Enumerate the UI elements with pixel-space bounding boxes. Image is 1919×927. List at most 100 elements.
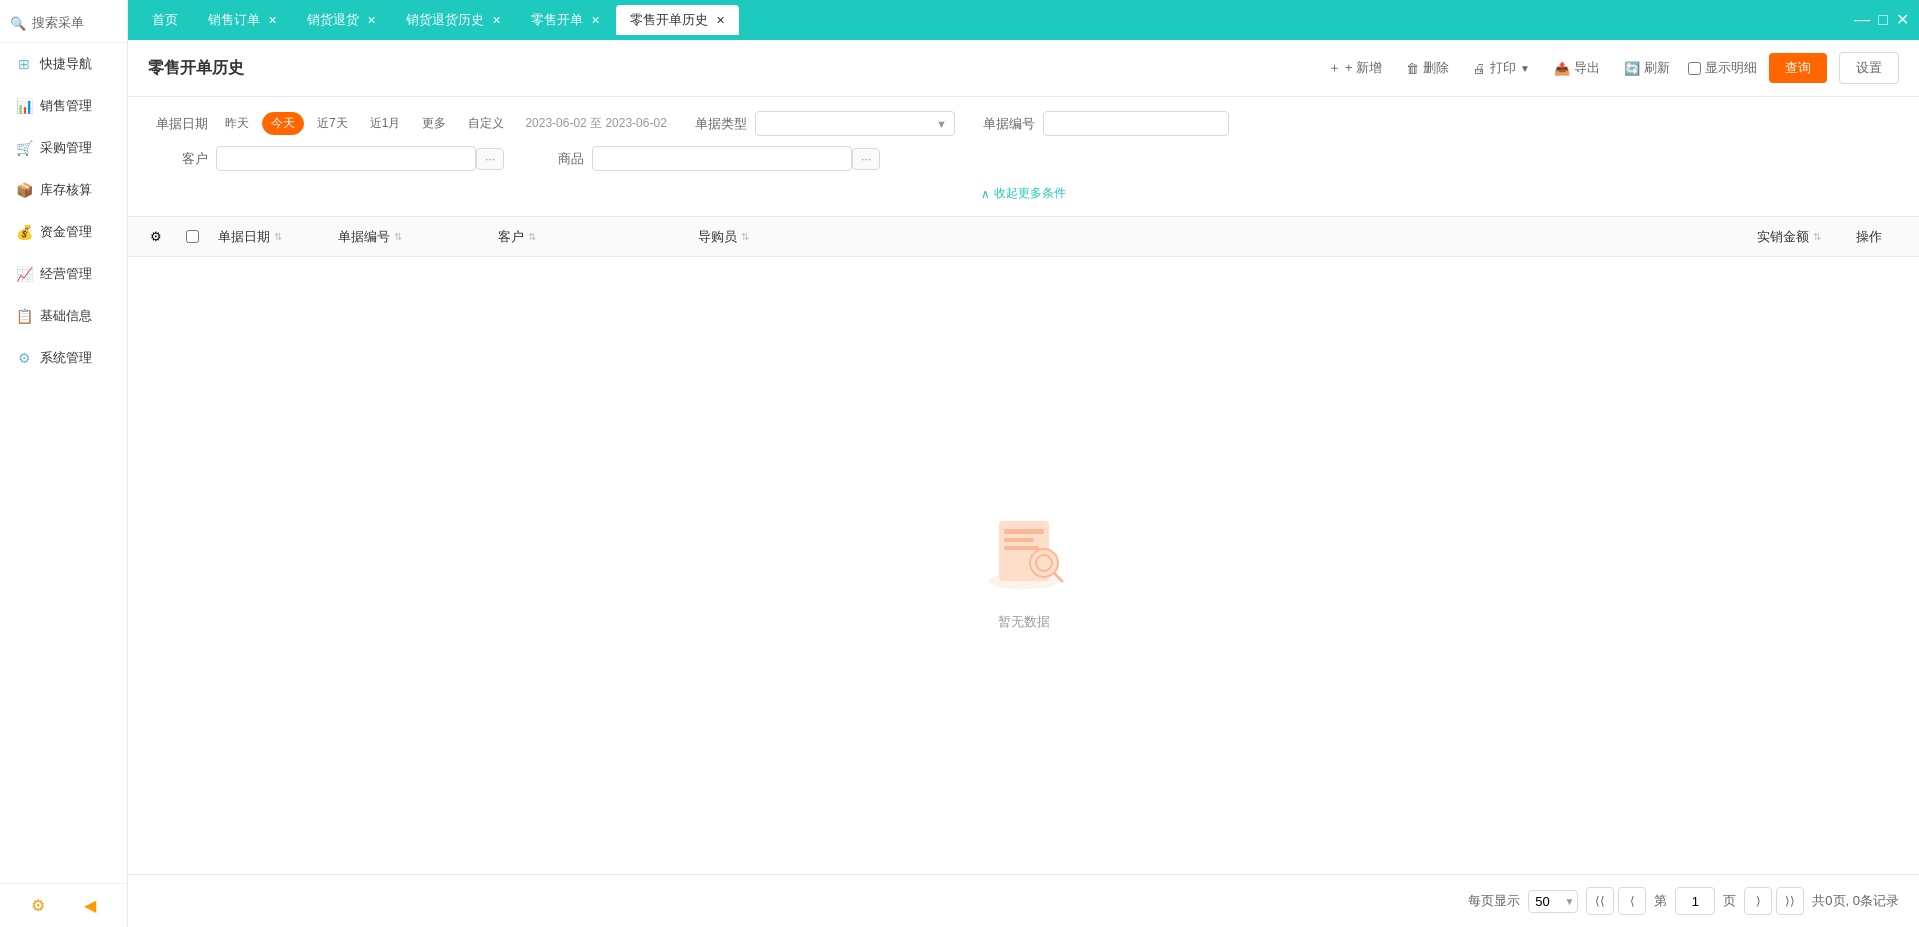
doc-num-label: 单据编号 <box>975 115 1035 133</box>
delete-icon: 🗑 <box>1406 61 1419 76</box>
goods-select-wrapper: ··· <box>592 146 880 171</box>
sidebar-item-label: 经营管理 <box>40 265 92 283</box>
goods-ellipsis-btn[interactable]: ··· <box>852 148 880 170</box>
empty-state: 暂无数据 <box>128 257 1919 874</box>
print-arrow-icon: ▼ <box>1520 63 1530 74</box>
date-btn-7days[interactable]: 近7天 <box>308 112 357 135</box>
sidebar-item-base-info[interactable]: 📋 基础信息 <box>0 295 127 337</box>
empty-text: 暂无数据 <box>998 613 1050 631</box>
th-date-sort-icon: ⇅ <box>274 231 282 242</box>
tab-sales-return-close[interactable]: ✕ <box>367 14 376 27</box>
tab-sales-order-label: 销售订单 <box>208 11 260 29</box>
tab-sales-return-history[interactable]: 销货退货历史 ✕ <box>392 5 515 35</box>
search-icon: 🔍 <box>10 16 26 31</box>
settings-icon[interactable]: ⚙ <box>31 896 45 915</box>
print-label: 打印 <box>1490 59 1516 77</box>
main-area: 首页 销售订单 ✕ 销货退货 ✕ 销货退货历史 ✕ 零售开单 ✕ 零售开单历史 … <box>128 0 1919 927</box>
finance-icon: 💰 <box>16 224 32 240</box>
sidebar-item-finance[interactable]: 💰 资金管理 <box>0 211 127 253</box>
export-icon: 📤 <box>1554 61 1570 76</box>
sidebar: 🔍 搜索采单 ⊞ 快捷导航 📊 销售管理 🛒 采购管理 📦 库存核算 💰 资金管… <box>0 0 128 927</box>
doc-type-select[interactable] <box>755 111 955 136</box>
th-guide[interactable]: 导购员 ⇅ <box>690 228 810 246</box>
th-num[interactable]: 单据编号 ⇅ <box>330 228 490 246</box>
next-page-btn[interactable]: ⟩ <box>1744 887 1772 915</box>
tab-sales-return-label: 销货退货 <box>307 11 359 29</box>
sidebar-item-label: 基础信息 <box>40 307 92 325</box>
per-page-select[interactable]: 10 20 50 100 <box>1528 890 1578 913</box>
goods-input[interactable] <box>592 146 852 171</box>
tab-retail-open-close[interactable]: ✕ <box>591 14 600 27</box>
prev-page-btn[interactable]: ⟨ <box>1618 887 1646 915</box>
toolbar: ＋ + 新增 🗑 删除 🖨 打印 ▼ 📤 导出 🔄 <box>1322 52 1899 84</box>
show-detail-checkbox[interactable] <box>1688 62 1701 75</box>
tab-home[interactable]: 首页 <box>138 5 192 35</box>
refresh-label: 刷新 <box>1644 59 1670 77</box>
tab-retail-history[interactable]: 零售开单历史 ✕ <box>616 5 739 35</box>
delete-button[interactable]: 🗑 删除 <box>1400 55 1455 81</box>
add-button[interactable]: ＋ + 新增 <box>1322 55 1388 81</box>
tab-sales-return[interactable]: 销货退货 ✕ <box>293 5 390 35</box>
add-label: + 新增 <box>1345 59 1382 77</box>
inventory-icon: 📦 <box>16 182 32 198</box>
table-header: ⚙ 单据日期 ⇅ 单据编号 ⇅ 客户 ⇅ 导购员 <box>128 217 1919 257</box>
refresh-button[interactable]: 🔄 刷新 <box>1618 55 1676 81</box>
tab-sales-order[interactable]: 销售订单 ✕ <box>194 5 291 35</box>
sidebar-search-label: 搜索采单 <box>32 14 84 32</box>
collapse-sidebar-icon[interactable]: ◀ <box>84 896 96 915</box>
show-detail-checkbox-wrapper[interactable]: 显示明细 <box>1688 59 1757 77</box>
doc-type-filter-field: 单据类型 ▼ <box>687 111 955 136</box>
tab-bar: 首页 销售订单 ✕ 销货退货 ✕ 销货退货历史 ✕ 零售开单 ✕ 零售开单历史 … <box>128 0 1919 40</box>
empty-illustration <box>974 501 1074 601</box>
query-button[interactable]: 查询 <box>1769 53 1827 83</box>
th-ops: 操作 <box>1829 228 1909 246</box>
sidebar-item-operations[interactable]: 📈 经营管理 <box>0 253 127 295</box>
tab-sales-return-history-label: 销货退货历史 <box>406 11 484 29</box>
sidebar-item-inventory[interactable]: 📦 库存核算 <box>0 169 127 211</box>
minimize-btn[interactable]: — <box>1854 12 1870 28</box>
date-btn-yesterday[interactable]: 昨天 <box>216 112 258 135</box>
svg-rect-2 <box>1004 529 1044 534</box>
maximize-btn[interactable]: □ <box>1878 12 1888 28</box>
sidebar-item-sys-mgmt[interactable]: ⚙ 系统管理 <box>0 337 127 379</box>
collapse-button[interactable]: ∧ 收起更多条件 <box>981 185 1066 202</box>
table-settings-btn[interactable]: ⚙ <box>138 229 174 244</box>
total-info: 共0页, 0条记录 <box>1812 892 1899 910</box>
th-date[interactable]: 单据日期 ⇅ <box>210 228 330 246</box>
select-all-checkbox[interactable] <box>186 230 199 243</box>
customer-ellipsis-btn[interactable]: ··· <box>476 148 504 170</box>
sidebar-item-purchase-mgmt[interactable]: 🛒 采购管理 <box>0 127 127 169</box>
pagination: 每页显示 10 20 50 100 ▼ ⟨⟨ ⟨ 第 页 ⟩ <box>128 874 1919 927</box>
th-customer[interactable]: 客户 ⇅ <box>490 228 690 246</box>
doc-num-filter-field: 单据编号 <box>975 111 1229 136</box>
table-select-all[interactable] <box>174 230 210 243</box>
sidebar-item-sales-mgmt[interactable]: 📊 销售管理 <box>0 85 127 127</box>
collapse-up-icon: ∧ <box>981 187 990 201</box>
th-amount-label: 实销金额 <box>1757 228 1809 246</box>
close-btn[interactable]: ✕ <box>1896 12 1909 28</box>
date-btn-today[interactable]: 今天 <box>262 112 304 135</box>
tab-retail-open[interactable]: 零售开单 ✕ <box>517 5 614 35</box>
th-amount[interactable]: 实销金额 ⇅ <box>1709 228 1829 246</box>
tab-sales-return-history-close[interactable]: ✕ <box>492 14 501 27</box>
operations-icon: 📈 <box>16 266 32 282</box>
customer-label: 客户 <box>148 150 208 168</box>
tab-sales-order-close[interactable]: ✕ <box>268 14 277 27</box>
tab-retail-history-label: 零售开单历史 <box>630 11 708 29</box>
settings-query-button[interactable]: 设置 <box>1839 52 1899 84</box>
print-button[interactable]: 🖨 打印 ▼ <box>1467 55 1536 81</box>
tab-retail-history-close[interactable]: ✕ <box>716 14 725 27</box>
date-btn-1month[interactable]: 近1月 <box>361 112 410 135</box>
export-button[interactable]: 📤 导出 <box>1548 55 1606 81</box>
date-btn-more[interactable]: 更多 <box>413 112 455 135</box>
sales-icon: 📊 <box>16 98 32 114</box>
first-page-btn[interactable]: ⟨⟨ <box>1586 887 1614 915</box>
svg-rect-3 <box>1004 538 1034 542</box>
date-btn-custom[interactable]: 自定义 <box>459 112 513 135</box>
sidebar-search[interactable]: 🔍 搜索采单 <box>0 0 127 43</box>
last-page-btn[interactable]: ⟩⟩ <box>1776 887 1804 915</box>
doc-num-input[interactable] <box>1043 111 1229 136</box>
sidebar-item-quick-nav[interactable]: ⊞ 快捷导航 <box>0 43 127 85</box>
customer-input[interactable] <box>216 146 476 171</box>
page-number-input[interactable] <box>1675 887 1715 915</box>
